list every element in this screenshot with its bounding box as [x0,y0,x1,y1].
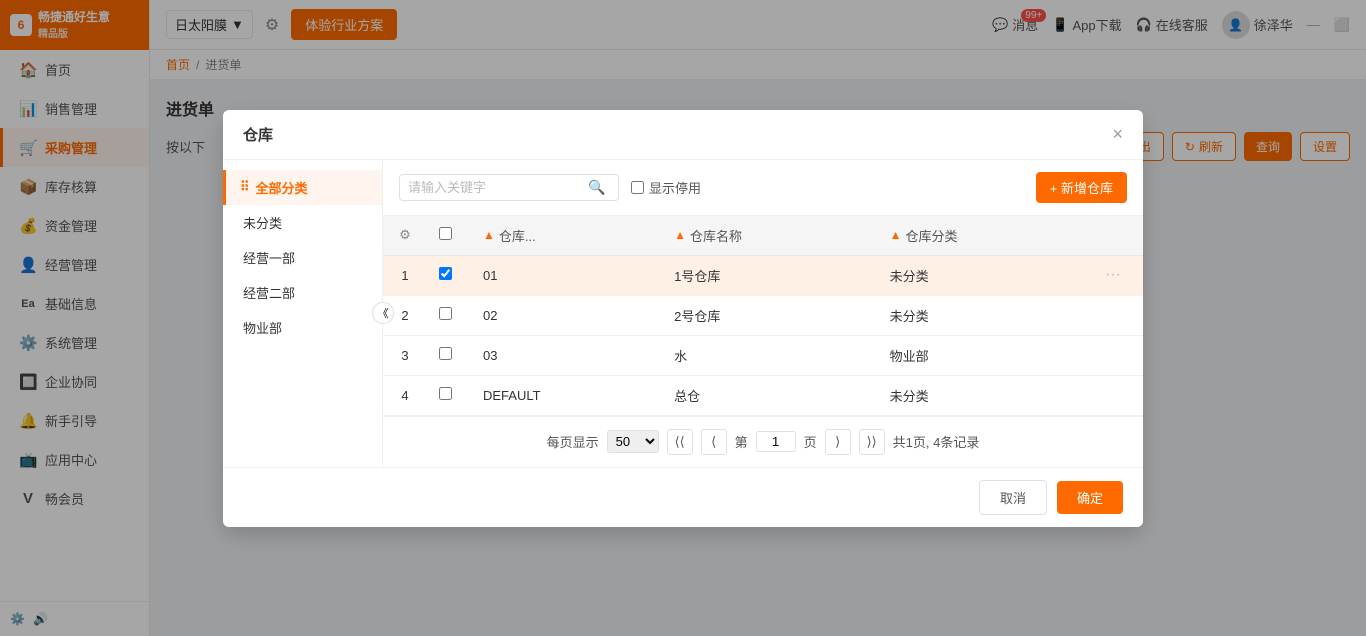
row-checkbox[interactable] [439,267,452,280]
row-code: 03 [471,335,662,375]
row-more[interactable]: ··· [1093,255,1143,295]
modal-sidebar-all[interactable]: ⠿ 全部分类 [223,170,382,205]
table-gear-icon[interactable]: ⚙ [399,227,411,242]
main-area: 日太阳膜 ▼ ⚙ 体验行业方案 💬 消息 99+ 📱 App下载 🎧 在线客服 … [150,0,1366,636]
modal-sidebar: ⠿ 全部分类 未分类 经营一部 经营二部 物业部 [223,160,383,467]
th-gear: ⚙ [383,216,427,256]
modal-sidebar-all-label: 全部分类 [256,178,308,197]
row-more[interactable] [1093,375,1143,415]
modal-overlay: 仓库 × ⠿ 全部分类 未分类 经营一部 [150,0,1366,636]
row-code: 02 [471,295,662,335]
row-checkbox[interactable] [439,387,452,400]
row-name: 水 [662,335,877,375]
row-more[interactable] [1093,295,1143,335]
page-label: 第 [735,432,748,451]
row-category: 未分类 [878,255,1093,295]
row-category: 物业部 [878,335,1093,375]
next-page-button[interactable]: ⟩ [825,429,851,455]
row-index: 1 [383,255,427,295]
table-row[interactable]: 4 DEFAULT 总仓 未分类 [383,375,1143,415]
sort-icon-category: ▲ [890,228,902,242]
cancel-button[interactable]: 取消 [979,480,1047,515]
table-row[interactable]: 2 02 2号仓库 未分类 [383,295,1143,335]
row-name: 2号仓库 [662,295,877,335]
show-disabled-label[interactable]: 显示停用 [631,178,701,197]
total-label: 共1页, 4条记录 [893,432,980,451]
show-disabled-checkbox[interactable] [631,181,644,194]
row-name: 1号仓库 [662,255,877,295]
chevron-left-icon: 《 [378,305,389,321]
th-checkbox [427,216,471,256]
modal-sidebar-item-dept1[interactable]: 经营一部 [223,240,382,275]
row-category: 未分类 [878,375,1093,415]
th-category: ▲ 仓库分类 [878,216,1093,256]
th-code: ▲ 仓库... [471,216,662,256]
confirm-button[interactable]: 确定 [1057,481,1123,514]
row-checkbox[interactable] [439,307,452,320]
modal-header: 仓库 × [223,110,1143,160]
last-page-button[interactable]: ⟩⟩ [859,429,885,455]
th-actions [1093,216,1143,256]
table-row[interactable]: 3 03 水 物业部 [383,335,1143,375]
first-page-button[interactable]: ⟨⟨ [667,429,693,455]
sidebar-collapse-button[interactable]: 《 [372,302,394,324]
row-category: 未分类 [878,295,1093,335]
pagination: 每页显示 50 20 100 ⟨⟨ ⟨ 第 页 ⟩ ⟩⟩ 共1页, 4 [383,416,1143,467]
page-unit: 页 [804,432,817,451]
add-warehouse-button[interactable]: + 新增仓库 [1036,172,1127,203]
grid-icon: ⠿ [240,179,250,195]
modal-close-button[interactable]: × [1112,124,1123,145]
warehouse-table-body: 1 01 1号仓库 未分类 ··· 2 02 2号仓库 未分类 3 03 水 物… [383,255,1143,415]
prev-page-button[interactable]: ⟨ [701,429,727,455]
per-page-select[interactable]: 50 20 100 [607,430,659,453]
select-all-checkbox[interactable] [439,227,452,240]
row-checkbox-cell [427,335,471,375]
row-more-icon[interactable]: ··· [1105,266,1121,283]
row-index: 4 [383,375,427,415]
sort-icon-code: ▲ [483,228,495,242]
warehouse-modal: 仓库 × ⠿ 全部分类 未分类 经营一部 [223,110,1143,527]
table-header-row: ⚙ ▲ 仓库... [383,216,1143,256]
row-code: 01 [471,255,662,295]
warehouse-table-wrap: ⚙ ▲ 仓库... [383,216,1143,416]
row-checkbox-cell [427,375,471,415]
modal-body: ⠿ 全部分类 未分类 经营一部 经营二部 物业部 [223,160,1143,467]
per-page-label: 每页显示 [547,432,599,451]
row-checkbox[interactable] [439,347,452,360]
modal-sidebar-item-dept2[interactable]: 经营二部 [223,275,382,310]
modal-toolbar: 🔍 显示停用 + 新增仓库 [383,160,1143,216]
search-icon: 🔍 [588,179,605,196]
row-name: 总仓 [662,375,877,415]
row-checkbox-cell [427,295,471,335]
search-input[interactable] [408,180,588,195]
th-name: ▲ 仓库名称 [662,216,877,256]
warehouse-table: ⚙ ▲ 仓库... [383,216,1143,416]
modal-title: 仓库 [243,124,273,145]
modal-sidebar-item-unclassified[interactable]: 未分类 [223,205,382,240]
row-more[interactable] [1093,335,1143,375]
modal-sidebar-item-property[interactable]: 物业部 [223,310,382,345]
row-index: 3 [383,335,427,375]
page-input[interactable] [756,431,796,452]
table-row[interactable]: 1 01 1号仓库 未分类 ··· [383,255,1143,295]
modal-content-area: 🔍 显示停用 + 新增仓库 [383,160,1143,467]
row-code: DEFAULT [471,375,662,415]
search-input-wrap: 🔍 [399,174,619,201]
row-checkbox-cell [427,255,471,295]
modal-footer: 取消 确定 [223,467,1143,527]
sort-icon-name: ▲ [674,228,686,242]
